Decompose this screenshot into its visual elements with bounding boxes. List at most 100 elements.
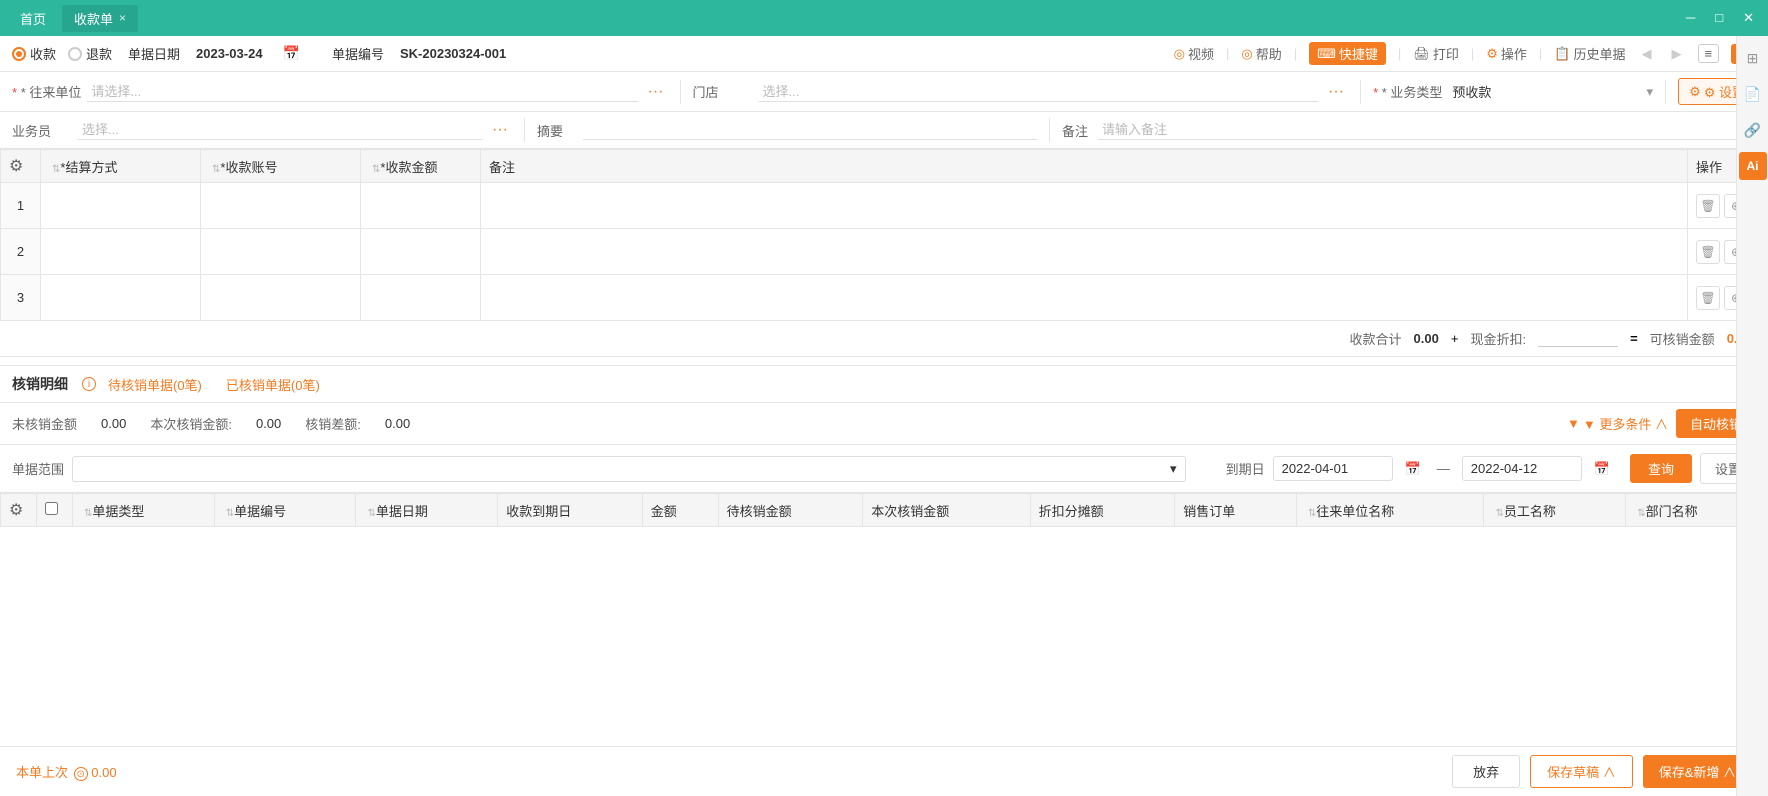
calendar-icon[interactable]: 📅	[283, 45, 300, 62]
date-dash: —	[1433, 461, 1454, 476]
done-tab[interactable]: 已核销单据(0笔)	[226, 375, 320, 394]
row-1-amount[interactable]	[361, 183, 481, 229]
row-2-remark[interactable]	[481, 229, 1688, 275]
radio-circle-shouquan	[12, 47, 26, 61]
verify-gear-icon[interactable]: ⚙	[9, 502, 23, 519]
window-controls: ─ □ ✕	[1680, 8, 1760, 28]
verify-header: 核销明细 i 待核销单据(0笔) 已核销单据(0笔)	[0, 366, 1768, 403]
row-2-amount[interactable]	[361, 229, 481, 275]
sidebar-ai-icon[interactable]: Ai	[1739, 152, 1767, 180]
radio-tuikuan[interactable]: 退款	[68, 44, 112, 63]
bill-number: SK-20230324-001	[400, 46, 506, 61]
due-date-label: 到期日	[1226, 459, 1265, 478]
staff-input[interactable]	[78, 120, 482, 140]
row-1-account[interactable]	[201, 183, 361, 229]
biz-type-arrow[interactable]: ▾	[1647, 84, 1654, 100]
supplier-field: * * 往来单位 ···	[12, 82, 668, 102]
row-3-amount[interactable]	[361, 275, 481, 321]
help-link[interactable]: ◎ 帮助	[1241, 44, 1281, 63]
this-verify-label: 本次核销金额:	[150, 414, 232, 433]
table-row: 3 🗑 ⊕	[1, 275, 1768, 321]
table-row: 2 🗑 ⊕	[1, 229, 1768, 275]
row-1-jiesuan[interactable]	[41, 183, 201, 229]
col-bill-type-header: ⇅单据类型	[73, 494, 215, 527]
col-staff-header: ⇅员工名称	[1484, 494, 1626, 527]
form-row-2: 业务员 ··· 摘要 备注	[0, 112, 1768, 149]
receipt-table-section: ⚙ ⇅*结算方式 ⇅*收款账号 ⇅*收款金额 备注 操作	[0, 149, 1768, 321]
radio-shouquan[interactable]: 收款	[12, 44, 56, 63]
store-input[interactable]	[759, 82, 1319, 102]
col-discount-header: 折扣分摊额	[1030, 494, 1175, 527]
row-3-account[interactable]	[201, 275, 361, 321]
video-link[interactable]: ◎ 视频	[1174, 44, 1214, 63]
row-3-remark[interactable]	[481, 275, 1688, 321]
verify-title: 核销明细	[12, 374, 68, 394]
row-3-delete-icon[interactable]: 🗑	[1696, 286, 1720, 310]
row-2-delete-icon[interactable]: 🗑	[1696, 240, 1720, 264]
sidebar-doc-icon[interactable]: 📄	[1739, 80, 1767, 108]
note-field: 备注	[1062, 120, 1756, 140]
main-area: 收款 退款 单据日期 2023-03-24 📅 单据编号 SK-20230324…	[0, 36, 1768, 796]
discount-input[interactable]	[1538, 331, 1618, 347]
date-calendar-icon[interactable]: 📅	[1401, 461, 1425, 477]
row-num-3: 3	[1, 275, 41, 321]
close-btn[interactable]: ✕	[1737, 8, 1760, 28]
table-gear-icon[interactable]: ⚙	[9, 158, 23, 175]
col-bill-date-header: ⇅单据日期	[356, 494, 498, 527]
this-verify-value: 0.00	[256, 416, 281, 431]
col-amount-header: ⇅*收款金额	[361, 150, 481, 183]
supplier-more-btn[interactable]: ···	[644, 83, 668, 101]
more-conditions-btn[interactable]: ▼ ▼ 更多条件 ∧	[1567, 414, 1668, 433]
abandon-button[interactable]: 放弃	[1452, 755, 1520, 788]
sidebar-table-icon[interactable]: ⊞	[1739, 44, 1767, 72]
query-button[interactable]: 查询	[1630, 454, 1692, 483]
date-filter: 到期日 📅 — 📅	[1226, 456, 1614, 481]
col-settings-header: ⚙	[1, 150, 41, 183]
filter-row: 单据范围 ▾ 到期日 📅 — 📅 查询 设置	[0, 445, 1768, 493]
history-link[interactable]: 📋 历史单据	[1554, 44, 1625, 63]
store-more-btn[interactable]: ···	[1324, 83, 1348, 101]
verify-stats: 未核销金额 0.00 本次核销金额: 0.00 核销差额: 0.00 ▼ ▼ 更…	[0, 403, 1768, 445]
shortcut-link[interactable]: ⌨ 快捷键	[1309, 42, 1386, 65]
supplier-input[interactable]	[87, 82, 637, 102]
to-date-input[interactable]	[1462, 456, 1582, 481]
verify-section: 核销明细 i 待核销单据(0笔) 已核销单据(0笔) 未核销金额 0.00 本次…	[0, 365, 1768, 746]
row-1-remark[interactable]	[481, 183, 1688, 229]
staff-more-btn[interactable]: ···	[488, 121, 512, 139]
save-draft-button[interactable]: 保存草稿 ∧	[1530, 755, 1633, 788]
row-1-delete-icon[interactable]: 🗑	[1696, 194, 1720, 218]
from-date-input[interactable]	[1273, 456, 1393, 481]
col-account-header: ⇅*收款账号	[201, 150, 361, 183]
sidebar-link-icon[interactable]: 🔗	[1739, 116, 1767, 144]
equals-sign: =	[1630, 331, 1638, 346]
close-tab-icon[interactable]: ×	[119, 11, 126, 25]
list-view-btn[interactable]: ≡	[1698, 44, 1720, 63]
maximize-btn[interactable]: □	[1709, 8, 1729, 28]
verify-info-icon[interactable]: i	[82, 377, 96, 391]
to-calendar-icon[interactable]: 📅	[1590, 461, 1614, 477]
select-all-checkbox[interactable]	[45, 502, 58, 515]
tab-home[interactable]: 首页	[8, 5, 58, 32]
col-this-verify-header: 本次核销金额	[863, 494, 1030, 527]
summary-field: 摘要	[537, 120, 1037, 140]
table-row: 1 🗑 ⊕	[1, 183, 1768, 229]
range-select[interactable]: ▾	[72, 456, 1186, 482]
stat-value: 0.00	[91, 765, 116, 780]
operation-link[interactable]: ⚙ 操作	[1486, 44, 1527, 63]
top-nav: 首页 收款单 × ─ □ ✕	[0, 0, 1768, 36]
stat-info-icon[interactable]: ⊙	[74, 767, 88, 781]
plus-sign: +	[1451, 331, 1459, 346]
summary-input[interactable]	[583, 120, 1037, 140]
tab-receipt[interactable]: 收款单 ×	[62, 5, 138, 32]
pending-tab[interactable]: 待核销单据(0笔)	[108, 375, 202, 394]
note-input[interactable]	[1098, 120, 1756, 140]
row-num-1: 1	[1, 183, 41, 229]
print-link[interactable]: 🖨 打印	[1413, 44, 1459, 63]
row-3-jiesuan[interactable]	[41, 275, 201, 321]
row-2-jiesuan[interactable]	[41, 229, 201, 275]
biz-type-value: 预收款	[1448, 80, 1640, 103]
toolbar-row: 收款 退款 单据日期 2023-03-24 📅 单据编号 SK-20230324…	[0, 36, 1768, 72]
minimize-btn[interactable]: ─	[1680, 8, 1701, 28]
col-sales-order-header: 销售订单	[1175, 494, 1297, 527]
row-2-account[interactable]	[201, 229, 361, 275]
